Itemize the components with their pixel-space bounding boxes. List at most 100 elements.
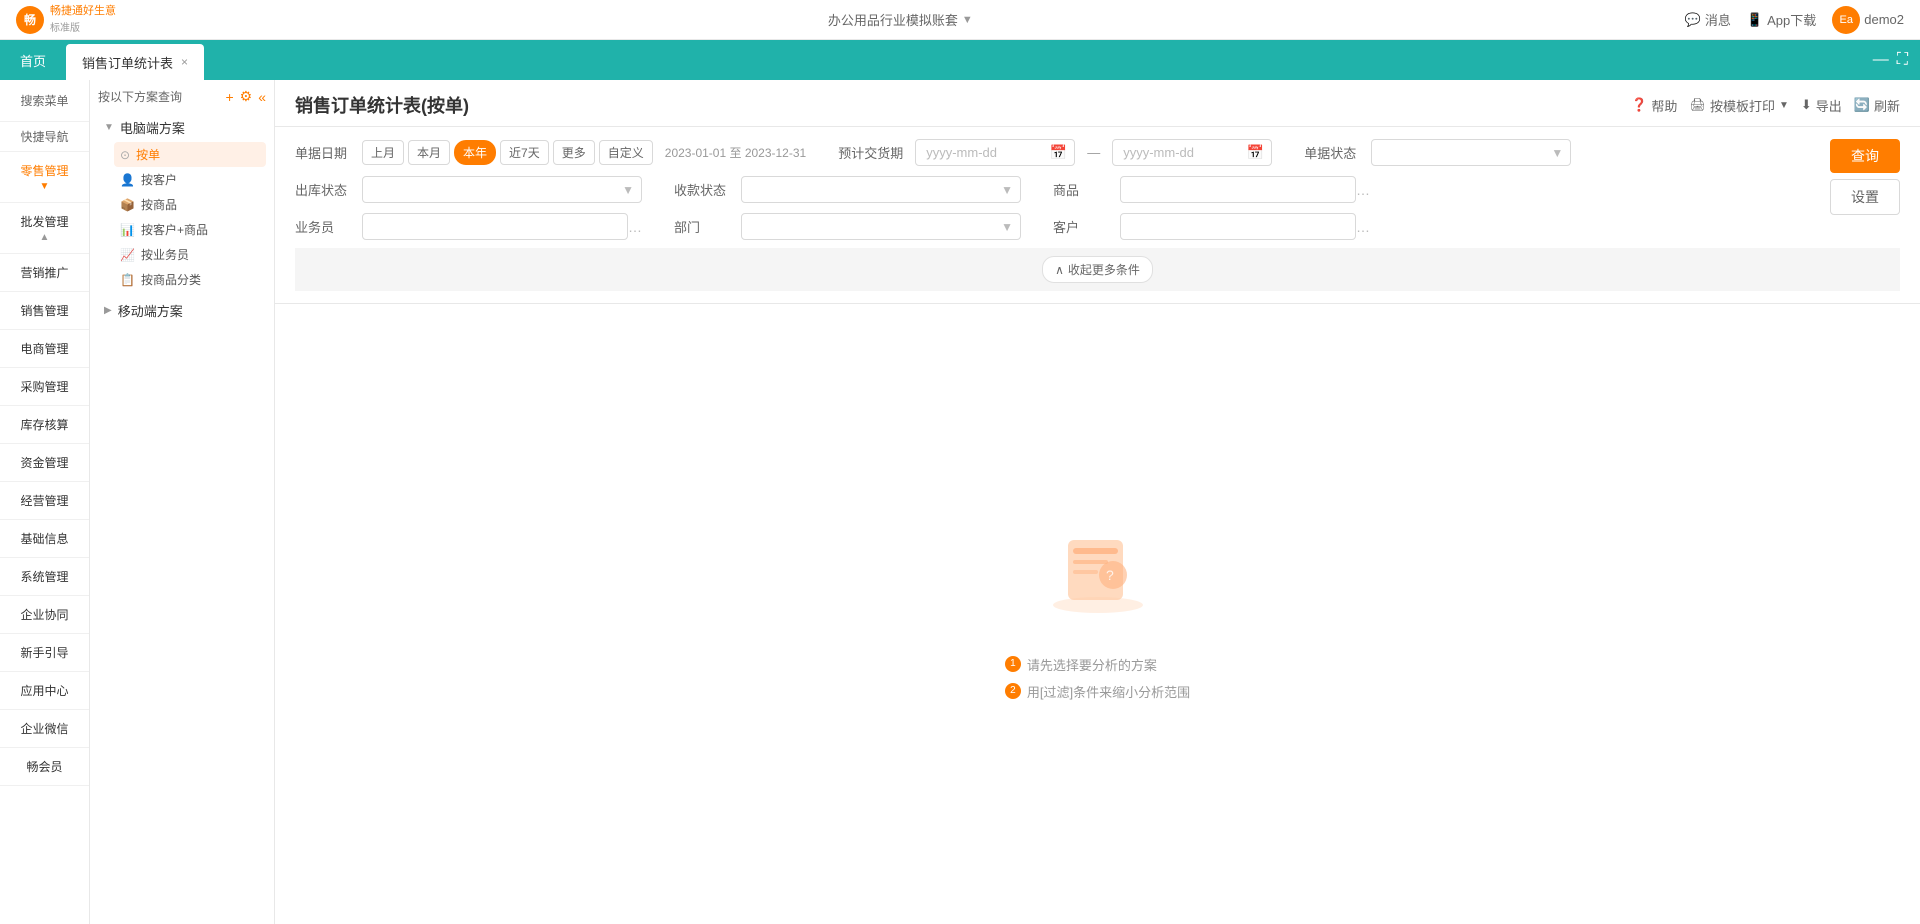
minimize-btn[interactable]: — — [1873, 51, 1889, 69]
filter-row-3: 业务员 … 部门 ▼ — [295, 213, 1818, 240]
empty-tip-2-text: 用[过滤]条件来缩小分析范围 — [1027, 682, 1190, 701]
sidebar-item-system[interactable]: 系统管理 — [0, 558, 89, 596]
receipt-status-wrapper: ▼ — [741, 176, 1021, 203]
basic-label: 基础信息 — [20, 530, 68, 547]
sidebar-item-basic[interactable]: 基础信息 — [0, 520, 89, 558]
wecom-label: 企业微信 — [20, 720, 68, 737]
page-actions: ❓ 帮助 🖨 按模板打印 ▼ ⬇ 导出 🔄 刷新 — [1631, 96, 1900, 115]
print-arrow-icon: ▼ — [1779, 100, 1789, 111]
customer-input[interactable] — [1120, 213, 1356, 240]
panel-collapse-btn[interactable]: « — [258, 89, 266, 105]
ecommerce-label: 电商管理 — [20, 340, 68, 357]
salesman-more-icon[interactable]: … — [628, 219, 642, 235]
calendar-start-icon[interactable]: 📅 — [1050, 144, 1067, 161]
date-btn-this-year[interactable]: 本年 — [454, 140, 496, 165]
wholesale-arrow-icon: ▲ — [40, 232, 50, 243]
by-salesman-label: 按业务员 — [141, 246, 189, 263]
collapse-label: 收起更多条件 — [1068, 261, 1140, 278]
help-btn[interactable]: ❓ 帮助 — [1631, 96, 1677, 115]
bill-status-select[interactable] — [1371, 139, 1571, 166]
receipt-status-select[interactable] — [741, 176, 1021, 203]
content-area: 按以下方案查询 + ⚙ « ▼ 电脑端方案 ⊙ 按单 👤 按客户 — [90, 80, 1920, 924]
panel-add-btn[interactable]: + — [225, 89, 233, 105]
sidebar-item-business[interactable]: 经营管理 — [0, 482, 89, 520]
dept-select[interactable] — [741, 213, 1021, 240]
logo-text-block: 畅捷通好生意 标准版 — [50, 5, 116, 33]
tree-root[interactable]: ▼ 电脑端方案 — [98, 113, 266, 142]
maximize-btn[interactable]: ⛶ — [1897, 51, 1908, 69]
tree-mobile-root[interactable]: ▶ 移动端方案 — [98, 296, 266, 325]
app-download-btn[interactable]: 📱 App下载 — [1747, 10, 1816, 29]
settings-btn[interactable]: 设置 — [1830, 179, 1900, 215]
guide-label: 新手引导 — [20, 644, 68, 661]
quick-nav-btn[interactable]: 快捷导航 — [0, 122, 89, 152]
customer-more-icon[interactable]: … — [1356, 219, 1370, 235]
tree-children: ⊙ 按单 👤 按客户 📦 按商品 📊 按客户+商品 📈 按业务员 — [98, 142, 266, 292]
topbar-left: 畅 畅捷通好生意 标准版 — [16, 5, 116, 33]
sidebar-item-sales[interactable]: 销售管理 — [0, 292, 89, 330]
date-btn-7days[interactable]: 近7天 — [500, 140, 549, 165]
tree-mobile-arrow-icon: ▶ — [104, 305, 112, 316]
sidebar-item-purchase[interactable]: 采购管理 — [0, 368, 89, 406]
date-btn-this-month[interactable]: 本月 — [408, 140, 450, 165]
customer-wrapper: … — [1120, 213, 1370, 240]
bill-status-label: 单据状态 — [1304, 143, 1359, 162]
logo-sub-text: 标准版 — [50, 19, 116, 34]
sidebar-item-retail[interactable]: 零售管理 ▼ — [0, 152, 89, 203]
refresh-btn[interactable]: 🔄 刷新 — [1854, 96, 1900, 115]
by-customer-label: 按客户 — [141, 171, 177, 188]
tab-home[interactable]: 首页 — [0, 40, 66, 80]
sidebar-item-cooperation[interactable]: 企业协同 — [0, 596, 89, 634]
tree-child-by-salesman[interactable]: 📈 按业务员 — [114, 242, 266, 267]
sidebar-item-ecommerce[interactable]: 电商管理 — [0, 330, 89, 368]
export-icon: ⬇ — [1801, 97, 1812, 113]
appcenter-label: 应用中心 — [20, 682, 68, 699]
date-btn-more[interactable]: 更多 — [553, 140, 595, 165]
tree-child-by-customer[interactable]: 👤 按客户 — [114, 167, 266, 192]
print-btn[interactable]: 🖨 按模板打印 ▼ — [1689, 96, 1788, 115]
tab-close-icon[interactable]: × — [181, 55, 188, 69]
message-btn[interactable]: 💬 消息 — [1685, 10, 1731, 29]
calendar-end-icon[interactable]: 📅 — [1247, 144, 1264, 161]
sidebar-item-inventory[interactable]: 库存核算 — [0, 406, 89, 444]
receipt-status-label: 收款状态 — [674, 180, 729, 199]
collapse-more-btn[interactable]: ∧ 收起更多条件 — [1042, 256, 1153, 283]
sidebar-item-guide[interactable]: 新手引导 — [0, 634, 89, 672]
print-icon: 🖨 — [1689, 97, 1706, 113]
sidebar-item-wecom[interactable]: 企业微信 — [0, 710, 89, 748]
search-menu-btn[interactable]: 搜索菜单 — [8, 88, 81, 113]
collapse-arrow-icon: ∧ — [1055, 263, 1064, 277]
app-download-label: App下载 — [1767, 10, 1816, 29]
panel-settings-btn[interactable]: ⚙ — [240, 88, 253, 105]
export-btn[interactable]: ⬇ 导出 — [1801, 96, 1842, 115]
page-title: 销售订单统计表(按单) — [295, 92, 469, 118]
goods-more-icon[interactable]: … — [1356, 182, 1370, 198]
user-menu[interactable]: Ea demo2 — [1832, 6, 1904, 34]
member-label: 畅会员 — [26, 758, 62, 775]
workspace-arrow-icon: ▼ — [962, 14, 973, 26]
salesman-label: 业务员 — [295, 217, 350, 236]
sidebar-item-marketing[interactable]: 营销推广 — [0, 254, 89, 292]
query-btn[interactable]: 查询 — [1830, 139, 1900, 173]
date-btn-custom[interactable]: 自定义 — [599, 140, 653, 165]
sidebar-item-finance[interactable]: 资金管理 — [0, 444, 89, 482]
tab-sales-order[interactable]: 销售订单统计表 × — [66, 44, 204, 80]
ship-status-select[interactable] — [362, 176, 642, 203]
filter-action-buttons: 查询 设置 — [1830, 139, 1900, 215]
tree-child-by-goods[interactable]: 📦 按商品 — [114, 192, 266, 217]
sidebar-item-member[interactable]: 畅会员 — [0, 748, 89, 786]
sidebar-item-appcenter[interactable]: 应用中心 — [0, 672, 89, 710]
date-btn-last-month[interactable]: 上月 — [362, 140, 404, 165]
empty-tips-list: 1 请先选择要分析的方案 2 用[过滤]条件来缩小分析范围 — [1005, 655, 1190, 709]
salesman-input[interactable] — [362, 213, 628, 240]
by-salesman-icon: 📈 — [120, 248, 135, 262]
sidebar-item-wholesale[interactable]: 批发管理 ▲ — [0, 203, 89, 254]
goods-input[interactable] — [1120, 176, 1356, 203]
tree-child-by-category[interactable]: 📋 按商品分类 — [114, 267, 266, 292]
tree-child-by-customer-goods[interactable]: 📊 按客户+商品 — [114, 217, 266, 242]
logo-main-text: 畅捷通好生意 — [50, 5, 116, 18]
tree-child-by-order[interactable]: ⊙ 按单 — [114, 142, 266, 167]
wholesale-label: 批发管理 — [20, 213, 68, 230]
refresh-icon: 🔄 — [1854, 97, 1870, 113]
workspace-selector[interactable]: 办公用品行业模拟账套 ▼ — [828, 10, 973, 29]
